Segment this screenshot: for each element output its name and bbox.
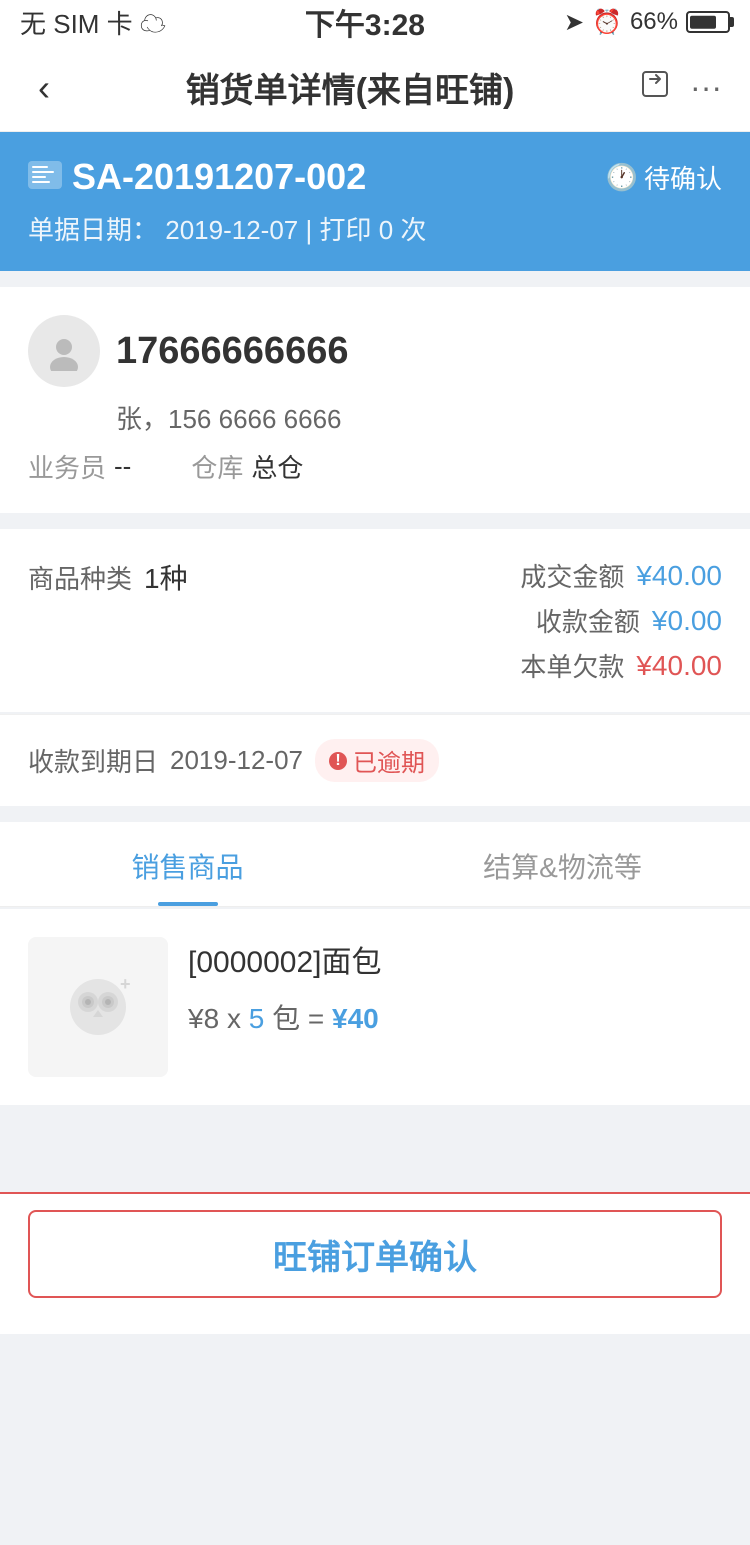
header-banner: SA-20191207-002 🕐 待确认 单据日期： 2019-12-07 |…: [0, 132, 750, 271]
tabs: 销售商品 结算&物流等: [0, 822, 750, 907]
order-icon: [28, 156, 62, 198]
avatar: [28, 315, 100, 387]
more-icon[interactable]: ···: [690, 69, 722, 106]
banner-top: SA-20191207-002 🕐 待确认: [28, 156, 722, 198]
sales-staff: 业务员 --: [28, 448, 131, 485]
customer-row: 17666666666: [28, 315, 722, 387]
product-section: + [0000002]面包 ¥8 x 5 包 = ¥40: [0, 909, 750, 1105]
confirm-order-button[interactable]: 旺铺订单确认: [28, 1210, 722, 1298]
page-title: 销货单详情(来自旺铺): [186, 63, 515, 112]
status-left: 无 SIM 卡 ☁: [20, 4, 166, 41]
product-name: [0000002]面包: [188, 937, 722, 981]
warehouse: 仓库 总仓: [191, 448, 303, 485]
product-item: + [0000002]面包 ¥8 x 5 包 = ¥40: [28, 937, 722, 1077]
status-bar: 无 SIM 卡 ☁ 下午3:28 ➤ ⏰ 66%: [0, 0, 750, 44]
svg-text:+: +: [120, 974, 131, 994]
stats-section: 商品种类 1种 成交金额 ¥40.00 收款金额 ¥0.00 本单欠款 ¥40.…: [0, 529, 750, 712]
customer-meta: 业务员 -- 仓库 总仓: [28, 448, 722, 485]
product-info: [0000002]面包 ¥8 x 5 包 = ¥40: [188, 937, 722, 1077]
location-icon: ➤: [564, 8, 584, 37]
customer-phone: 17666666666: [116, 330, 348, 373]
clock-icon: 🕐: [606, 162, 638, 193]
back-button[interactable]: ‹: [28, 57, 60, 119]
due-date-section: 收款到期日 2019-12-07 ! 已逾期: [0, 714, 750, 806]
due-date-label: 收款到期日: [28, 742, 158, 779]
alarm-icon: ⏰: [592, 8, 622, 37]
battery-icon: [686, 11, 730, 33]
amount-stats: 成交金额 ¥40.00 收款金额 ¥0.00 本单欠款 ¥40.00: [520, 557, 722, 684]
banner-date: 单据日期： 2019-12-07 | 打印 0 次: [28, 210, 722, 247]
product-type: 商品种类 1种: [28, 557, 520, 597]
overdue-badge: ! 已逾期: [315, 739, 439, 782]
owed-amount-row: 本单欠款 ¥40.00: [520, 647, 722, 684]
status-right: ➤ ⏰ 66%: [564, 8, 730, 37]
battery-percent: 66%: [630, 8, 678, 36]
order-status: 🕐 待确认: [606, 159, 722, 196]
nav-actions: ···: [640, 69, 722, 107]
export-icon[interactable]: [640, 69, 670, 107]
tab-products[interactable]: 销售商品: [0, 822, 375, 906]
order-id: SA-20191207-002: [28, 156, 366, 198]
status-time: 下午3:28: [305, 0, 425, 44]
overdue-text: 已逾期: [353, 743, 425, 778]
customer-name: 张，156 6666 6666: [28, 399, 722, 436]
nav-bar: ‹ 销货单详情(来自旺铺) ···: [0, 44, 750, 132]
due-date-value: 2019-12-07: [170, 745, 303, 776]
customer-section: 17666666666 张，156 6666 6666 业务员 -- 仓库 总仓: [0, 287, 750, 513]
product-image: +: [28, 937, 168, 1077]
tab-settlement[interactable]: 结算&物流等: [375, 822, 750, 906]
product-calc: ¥8 x 5 包 = ¥40: [188, 997, 722, 1037]
sim-status: 无 SIM 卡 ☁: [20, 4, 166, 41]
overdue-icon: !: [329, 752, 347, 770]
received-amount-row: 收款金额 ¥0.00: [536, 602, 722, 639]
bottom-bar: 旺铺订单确认: [0, 1192, 750, 1334]
deal-amount-row: 成交金额 ¥40.00: [520, 557, 722, 594]
